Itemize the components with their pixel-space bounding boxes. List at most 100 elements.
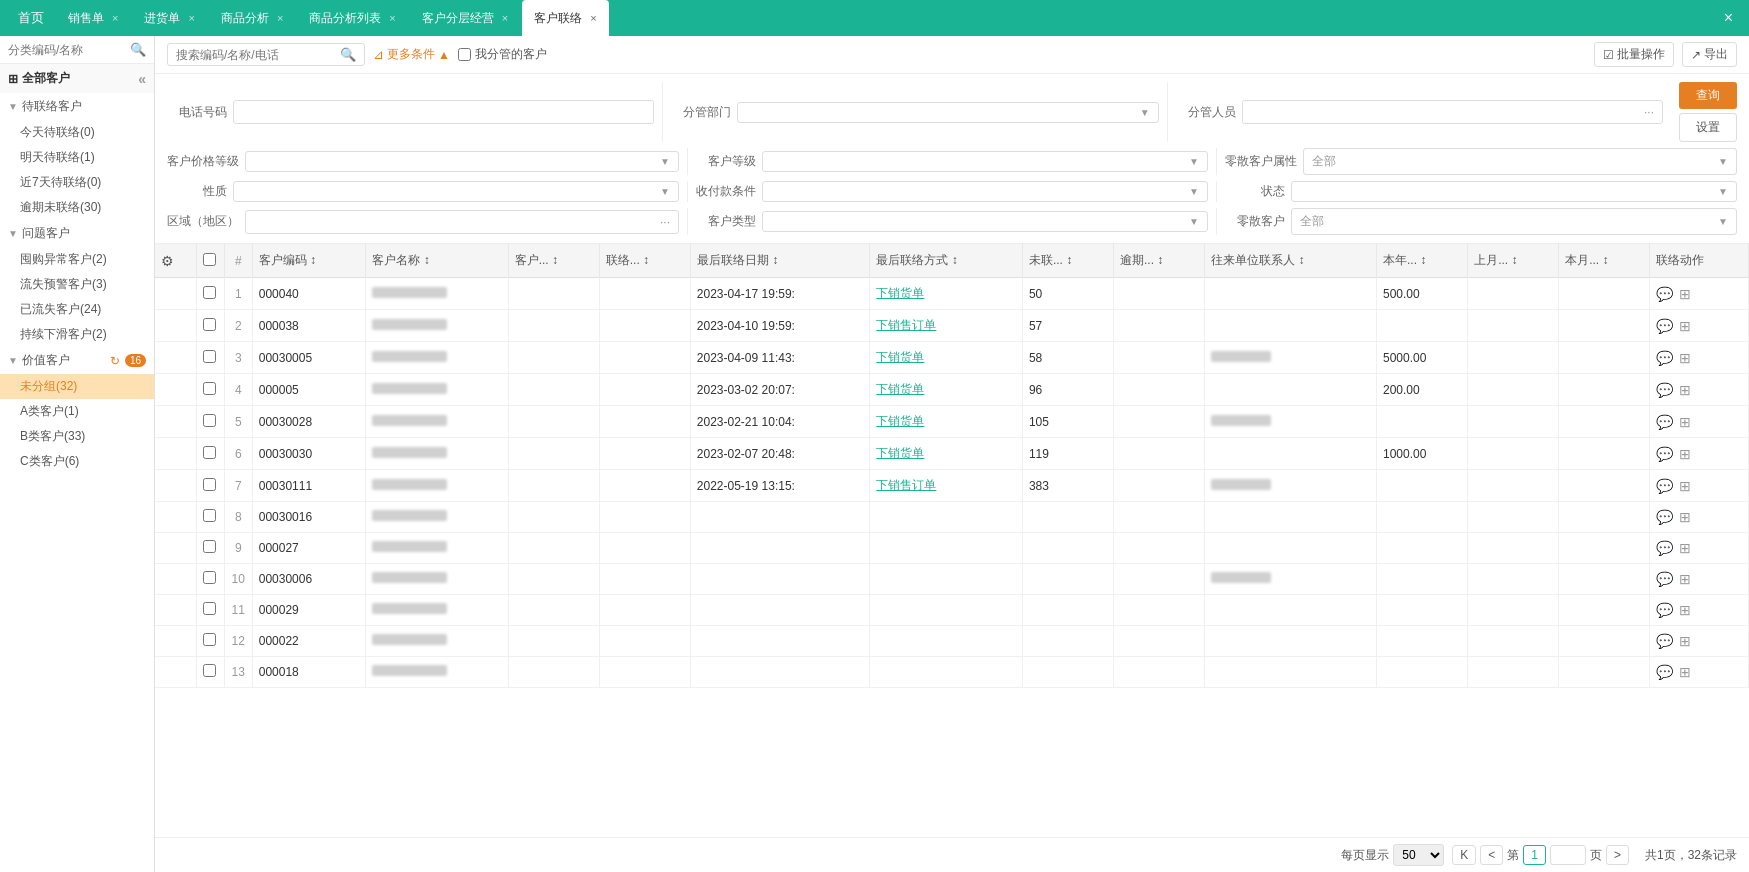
- sidebar-item-unclassified[interactable]: 未分组(32): [0, 374, 154, 399]
- close-purchase-tab[interactable]: ×: [188, 12, 194, 24]
- customer-type-select[interactable]: ▼: [762, 211, 1208, 232]
- name-column-header[interactable]: 客户名称 ↕: [366, 244, 508, 278]
- next-page-button[interactable]: >: [1606, 845, 1629, 865]
- my-customers-checkbox[interactable]: [458, 48, 471, 61]
- sidebar-item-churn-warning[interactable]: 流失预警客户(3): [0, 272, 154, 297]
- message-icon[interactable]: 💬: [1656, 478, 1673, 494]
- nature-select[interactable]: ▼: [233, 181, 679, 202]
- search-input[interactable]: [176, 48, 336, 62]
- status-select[interactable]: ▼: [1291, 181, 1737, 202]
- qr-icon[interactable]: ⊞: [1679, 446, 1691, 462]
- close-sales-tab[interactable]: ×: [112, 12, 118, 24]
- last-contact-type-cell[interactable]: [870, 626, 1023, 657]
- query-button[interactable]: 查询: [1679, 82, 1737, 109]
- unlink-days-column-header[interactable]: 未联... ↕: [1022, 244, 1113, 278]
- my-customers-check[interactable]: 我分管的客户: [458, 46, 547, 63]
- nav-tab-product-analysis[interactable]: 商品分析 ×: [209, 0, 295, 36]
- code-column-header[interactable]: 客户编码 ↕: [252, 244, 366, 278]
- qr-icon[interactable]: ⊞: [1679, 540, 1691, 556]
- search-icon[interactable]: 🔍: [340, 47, 356, 62]
- this-month-column-header[interactable]: 本月... ↕: [1559, 244, 1650, 278]
- nav-tab-product-list[interactable]: 商品分析列表 ×: [297, 0, 407, 36]
- phone-input[interactable]: [233, 100, 654, 124]
- refresh-icon[interactable]: ↻: [110, 354, 120, 368]
- qr-icon[interactable]: ⊞: [1679, 633, 1691, 649]
- message-icon[interactable]: 💬: [1656, 414, 1673, 430]
- last-contact-type-cell[interactable]: 下销货单: [870, 438, 1023, 470]
- row-check-cell[interactable]: [196, 564, 224, 595]
- row-check-cell[interactable]: [196, 342, 224, 374]
- all-customers-header[interactable]: ⊞ 全部客户 «: [0, 64, 154, 93]
- row-checkbox[interactable]: [203, 350, 216, 363]
- row-check-cell[interactable]: [196, 502, 224, 533]
- row-check-cell[interactable]: [196, 406, 224, 438]
- close-customer-contact-tab[interactable]: ×: [590, 12, 596, 24]
- sidebar-search-icon[interactable]: 🔍: [130, 42, 146, 57]
- message-icon[interactable]: 💬: [1656, 286, 1673, 302]
- this-year-column-header[interactable]: 本年... ↕: [1376, 244, 1467, 278]
- sidebar-item-overdue[interactable]: 逾期未联络(30): [0, 195, 154, 220]
- row-checkbox[interactable]: [203, 382, 216, 395]
- message-icon[interactable]: 💬: [1656, 633, 1673, 649]
- more-conditions[interactable]: ⊿ 更多条件 ▲: [373, 46, 450, 63]
- qr-icon[interactable]: ⊞: [1679, 382, 1691, 398]
- payment-select[interactable]: ▼: [762, 181, 1208, 202]
- batch-op-button[interactable]: ☑ 批量操作: [1594, 42, 1674, 67]
- row-check-cell[interactable]: [196, 470, 224, 502]
- search-box[interactable]: 🔍: [167, 43, 365, 66]
- row-check-cell[interactable]: [196, 626, 224, 657]
- row-check-cell[interactable]: [196, 533, 224, 564]
- export-button[interactable]: ↗ 导出: [1682, 42, 1737, 67]
- qr-icon[interactable]: ⊞: [1679, 602, 1691, 618]
- sidebar-search-input[interactable]: [8, 43, 126, 57]
- gear-icon[interactable]: ⚙: [161, 253, 174, 269]
- last-contact-type-cell[interactable]: 下销货单: [870, 374, 1023, 406]
- contact-type-link[interactable]: 下销货单: [876, 382, 924, 396]
- first-page-button[interactable]: K: [1452, 845, 1476, 865]
- message-icon[interactable]: 💬: [1656, 602, 1673, 618]
- row-checkbox[interactable]: [203, 571, 216, 584]
- qr-icon[interactable]: ⊞: [1679, 509, 1691, 525]
- check-all-column[interactable]: [196, 244, 224, 278]
- gear-column-header[interactable]: ⚙: [155, 244, 196, 278]
- last-contact-type-cell[interactable]: [870, 533, 1023, 564]
- contact-type-link[interactable]: 下销售订单: [876, 478, 936, 492]
- row-check-cell[interactable]: [196, 657, 224, 688]
- last-contact-type-cell[interactable]: 下销货单: [870, 406, 1023, 438]
- row-check-cell[interactable]: [196, 438, 224, 470]
- message-icon[interactable]: 💬: [1656, 509, 1673, 525]
- type-column-header[interactable]: 客户... ↕: [508, 244, 599, 278]
- last-contact-type-cell[interactable]: [870, 564, 1023, 595]
- sidebar-group-problem[interactable]: ▼ 问题客户: [0, 220, 154, 247]
- sidebar-item-class-c[interactable]: C类客户(6): [0, 449, 154, 474]
- message-icon[interactable]: 💬: [1656, 382, 1673, 398]
- last-contact-type-cell[interactable]: 下销货单: [870, 342, 1023, 374]
- scatter-customer-select[interactable]: 全部 ▼: [1291, 208, 1737, 235]
- row-check-cell[interactable]: [196, 278, 224, 310]
- contact-type-link[interactable]: 下销货单: [876, 446, 924, 460]
- overdue-column-header[interactable]: 逾期... ↕: [1113, 244, 1204, 278]
- nav-tab-purchase[interactable]: 进货单 ×: [132, 0, 206, 36]
- goto-page-input[interactable]: 1: [1550, 845, 1586, 865]
- last-contact-type-cell[interactable]: 下销售订单: [870, 470, 1023, 502]
- contact-type-link[interactable]: 下销货单: [876, 286, 924, 300]
- per-page-select[interactable]: 50 100 200: [1393, 844, 1444, 866]
- sidebar-item-class-b[interactable]: B类客户(33): [0, 424, 154, 449]
- nav-tab-customer-contact[interactable]: 客户联络 ×: [522, 0, 608, 36]
- sidebar-group-pending[interactable]: ▼ 待联络客户: [0, 93, 154, 120]
- qr-icon[interactable]: ⊞: [1679, 350, 1691, 366]
- check-all-checkbox[interactable]: [203, 253, 216, 266]
- message-icon[interactable]: 💬: [1656, 318, 1673, 334]
- nav-tab-sales[interactable]: 销售单 ×: [56, 0, 130, 36]
- contact-type-link[interactable]: 下销售订单: [876, 318, 936, 332]
- last-contact-type-cell[interactable]: [870, 657, 1023, 688]
- close-customer-tier-tab[interactable]: ×: [502, 12, 508, 24]
- row-checkbox[interactable]: [203, 602, 216, 615]
- qr-icon[interactable]: ⊞: [1679, 478, 1691, 494]
- qr-icon[interactable]: ⊞: [1679, 571, 1691, 587]
- scatter-attr-select[interactable]: 全部 ▼: [1303, 148, 1737, 175]
- last-month-column-header[interactable]: 上月... ↕: [1468, 244, 1559, 278]
- close-product-list-tab[interactable]: ×: [389, 12, 395, 24]
- last-contact-type-column-header[interactable]: 最后联络方式 ↕: [870, 244, 1023, 278]
- nav-home[interactable]: 首页: [8, 9, 54, 27]
